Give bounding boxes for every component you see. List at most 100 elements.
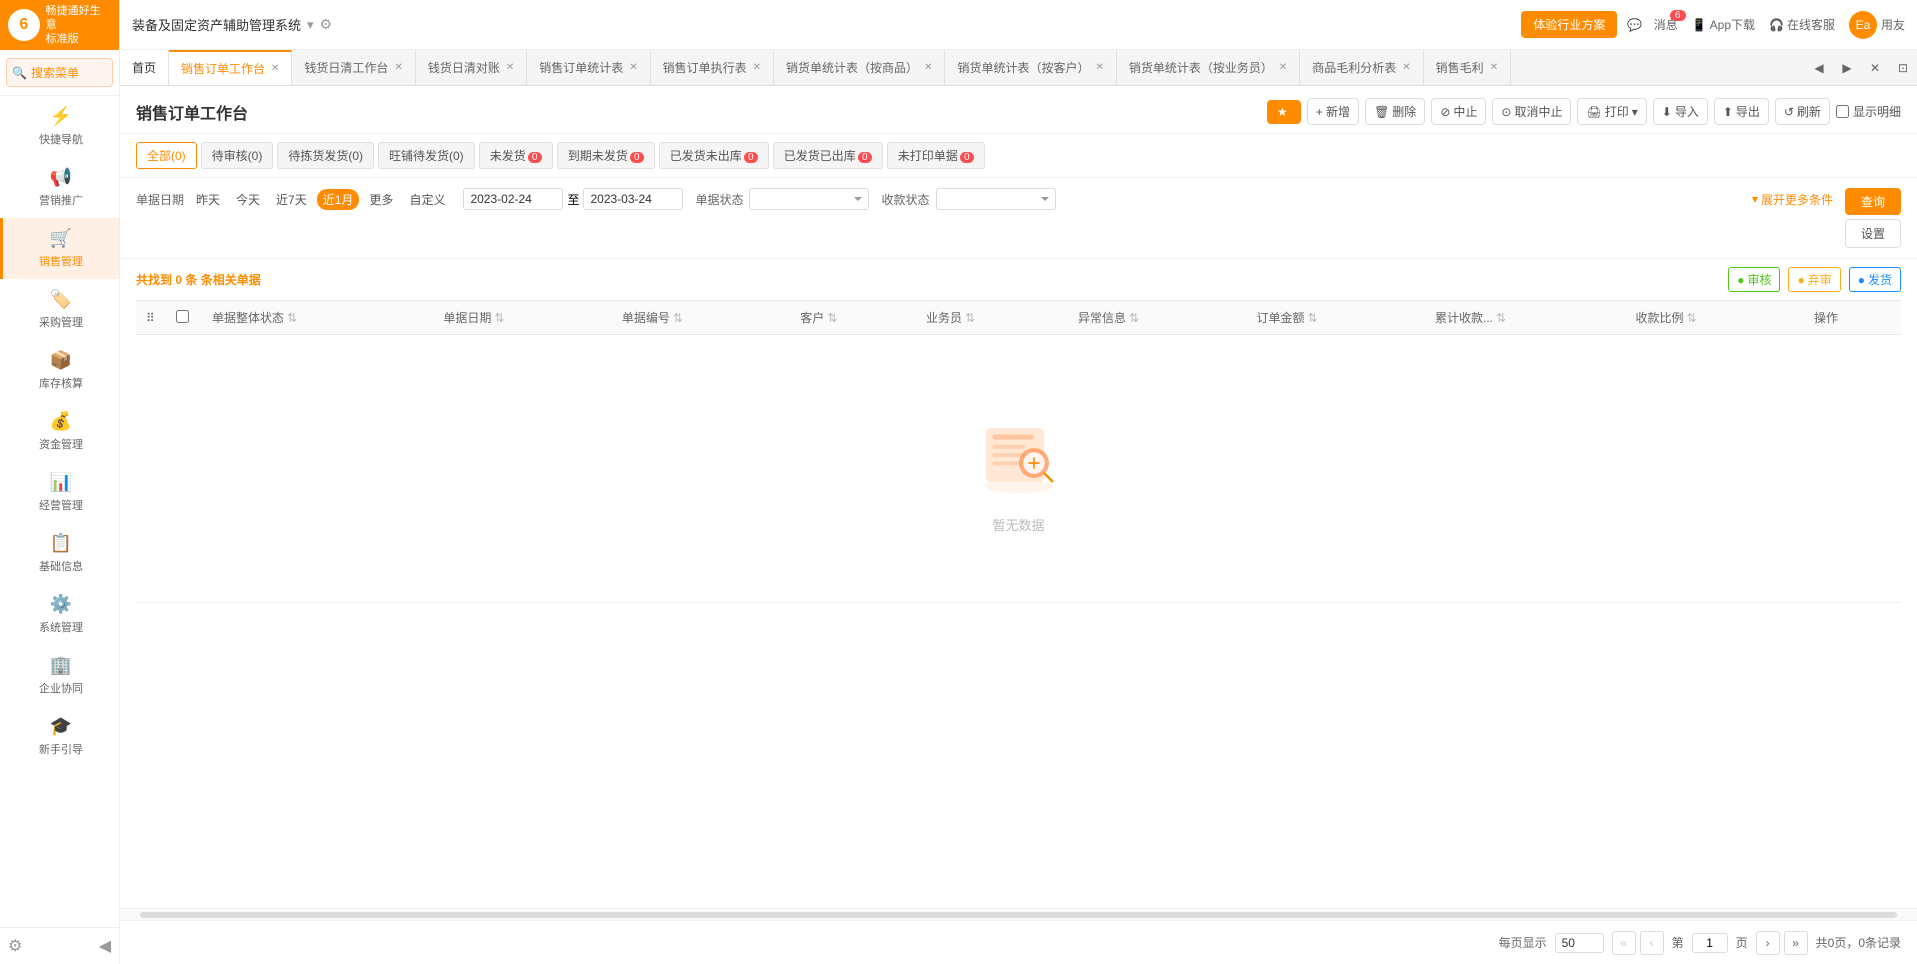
print-button[interactable]: 🖨 打印 ▾	[1577, 98, 1646, 125]
sidebar-item-marketing[interactable]: 📢营销推广	[0, 157, 119, 218]
select-all-checkbox[interactable]	[176, 310, 189, 323]
set-button[interactable]: 设置	[1845, 219, 1901, 248]
add-button[interactable]: + 新增	[1307, 98, 1359, 125]
tab-close-icon[interactable]: ✕	[1279, 62, 1287, 73]
tab-sales-stats-staff[interactable]: 销货单统计表（按业务员）✕	[1117, 50, 1300, 86]
sort-icon[interactable]: ⇅	[1129, 311, 1139, 325]
sidebar-item-purchase[interactable]: 🏷️采购管理	[0, 279, 119, 340]
tab-close-icon[interactable]: ✕	[506, 62, 514, 73]
filter-tab-overdue-not-shipped[interactable]: 到期未发货0	[557, 142, 655, 169]
tab-sales-order-exec[interactable]: 销售订单执行表✕	[651, 50, 774, 86]
smart-create-button[interactable]: ★	[1267, 100, 1301, 124]
column-header-customer[interactable]: 客户⇅	[790, 301, 916, 335]
sort-icon[interactable]: ⇅	[1496, 311, 1506, 325]
date-shortcut-yesterday[interactable]: 昨天	[190, 189, 226, 210]
next-page-button[interactable]: ›	[1756, 931, 1780, 955]
tab-daily-cash[interactable]: 钱货日清工作台✕	[292, 50, 415, 86]
filter-tab-not-shipped[interactable]: 未发货0	[479, 142, 553, 169]
industry-solution-button[interactable]: 体验行业方案	[1521, 11, 1617, 38]
filter-tab-pending-inspect[interactable]: 待拣货发货(0)	[277, 142, 374, 169]
sort-icon[interactable]: ⇅	[965, 311, 975, 325]
tab-close-icon[interactable]: ✕	[1490, 62, 1498, 73]
show-detail-input[interactable]	[1836, 105, 1849, 118]
column-header-anomaly[interactable]: 异常信息⇅	[1068, 301, 1246, 335]
date-to-input[interactable]	[583, 188, 683, 210]
sort-icon[interactable]: ⇅	[673, 311, 683, 325]
sidebar-item-inventory[interactable]: 📦库存核算	[0, 340, 119, 401]
user-menu[interactable]: Ea 用友	[1849, 11, 1905, 39]
tab-close-icon[interactable]: ✕	[753, 62, 761, 73]
filter-tab-wangpu-pending[interactable]: 旺铺待发货(0)	[378, 142, 475, 169]
stop-button[interactable]: ⊘ 中止	[1431, 98, 1486, 125]
filter-tab-pending-review[interactable]: 待审核(0)	[201, 142, 274, 169]
sidebar-item-finance[interactable]: 💰资金管理	[0, 401, 119, 462]
status-select[interactable]	[749, 188, 869, 210]
sidebar-item-operations[interactable]: 📊经营管理	[0, 462, 119, 523]
filter-tab-shipped-out[interactable]: 已发货已出库0	[773, 142, 883, 169]
sort-icon[interactable]: ⇅	[827, 311, 837, 325]
sort-icon[interactable]: ⇅	[1308, 311, 1318, 325]
payment-select[interactable]	[936, 188, 1056, 210]
tab-close-icon[interactable]: ✕	[394, 62, 402, 73]
column-header-staff[interactable]: 业务员⇅	[916, 301, 1068, 335]
date-shortcut-custom[interactable]: 自定义	[403, 189, 451, 210]
filter-tab-all[interactable]: 全部(0)	[136, 142, 197, 169]
topbar-dropdown-icon[interactable]: ▾	[307, 17, 314, 33]
settings-icon[interactable]: ⚙	[8, 936, 22, 956]
tab-cash-reconcile[interactable]: 钱货日清对账✕	[416, 50, 527, 86]
tab-product-margin[interactable]: 商品毛利分析表✕	[1300, 50, 1423, 86]
sidebar-item-system[interactable]: ⚙️系统管理	[0, 584, 119, 645]
show-detail-checkbox[interactable]: 显示明细	[1836, 103, 1901, 120]
tab-sales-order-stats[interactable]: 销售订单统计表✕	[527, 50, 650, 86]
online-service-link[interactable]: 🎧 在线客服	[1769, 16, 1835, 33]
sort-icon[interactable]: ⇅	[494, 311, 504, 325]
cancel-stop-button[interactable]: ⊙ 取消中止	[1492, 98, 1571, 125]
table-op-ship-button[interactable]: ●发货	[1849, 267, 1901, 292]
filter-tab-not-printed[interactable]: 未打印单据0	[887, 142, 985, 169]
column-header-amount[interactable]: 订单金额⇅	[1247, 301, 1425, 335]
column-header-ratio[interactable]: 收款比例⇅	[1626, 301, 1804, 335]
import-button[interactable]: ⬇ 导入	[1653, 98, 1708, 125]
date-shortcut-1month[interactable]: 近1月	[317, 189, 360, 210]
tab-close-icon[interactable]: ✕	[271, 63, 279, 74]
expand-conditions-button[interactable]: ▾ 展开更多条件	[1752, 191, 1833, 208]
message-badge[interactable]: 💬 6 消息	[1627, 16, 1677, 33]
table-op-audit-button[interactable]: ●审核	[1728, 267, 1780, 292]
delete-button[interactable]: 🗑 删除	[1365, 98, 1425, 125]
table-op-revoke-button[interactable]: ●弃审	[1788, 267, 1840, 292]
sidebar-item-basic-info[interactable]: 📋基础信息	[0, 523, 119, 584]
sidebar-item-quick-nav[interactable]: ⚡快捷导航	[0, 96, 119, 157]
tab-expand-icon[interactable]: ⊡	[1889, 50, 1917, 86]
date-from-input[interactable]	[463, 188, 563, 210]
tab-sales-stats-customer[interactable]: 销货单统计表（按客户）✕	[945, 50, 1116, 86]
prev-page-button[interactable]: ‹	[1640, 931, 1664, 955]
last-page-button[interactable]: »	[1784, 931, 1808, 955]
app-download-link[interactable]: 📱 App下载	[1692, 16, 1755, 33]
refresh-button[interactable]: ↺ 刷新	[1775, 98, 1830, 125]
tab-scroll-right[interactable]: ▶	[1833, 50, 1861, 86]
scrollbar-area[interactable]	[120, 908, 1917, 920]
tab-close-icon[interactable]: ✕	[1095, 62, 1103, 73]
tab-sales-profit[interactable]: 销售毛利✕	[1424, 50, 1511, 86]
sort-icon[interactable]: ⇅	[287, 311, 297, 325]
column-header-status[interactable]: 单据整体状态⇅	[202, 301, 433, 335]
column-header-number[interactable]: 单据编号⇅	[612, 301, 790, 335]
date-shortcut-7days[interactable]: 近7天	[270, 189, 313, 210]
topbar-settings-icon[interactable]: ⚙	[320, 16, 333, 33]
tab-sales-order-workbench[interactable]: 销售订单工作台✕	[169, 50, 292, 86]
sort-icon[interactable]: ⇅	[1687, 311, 1697, 325]
export-button[interactable]: ⬆ 导出	[1714, 98, 1769, 125]
page-number-input[interactable]	[1692, 933, 1728, 953]
sidebar-item-enterprise[interactable]: 🏢企业协同	[0, 645, 119, 706]
column-header-collected[interactable]: 累计收款...⇅	[1425, 301, 1626, 335]
query-button[interactable]: 查询	[1845, 188, 1901, 215]
search-menu-button[interactable]: 🔍 搜索菜单	[6, 58, 113, 87]
tab-sales-stats-product[interactable]: 销货单统计表（按商品）✕	[774, 50, 945, 86]
collapse-icon[interactable]: ◀	[99, 936, 111, 956]
sidebar-item-guide[interactable]: 🎓新手引导	[0, 706, 119, 767]
tab-home[interactable]: 首页	[120, 50, 169, 86]
first-page-button[interactable]: «	[1612, 931, 1636, 955]
date-shortcut-today[interactable]: 今天	[230, 189, 266, 210]
tab-close-icon[interactable]: ✕	[924, 62, 932, 73]
page-size-select[interactable]: 2050100	[1555, 933, 1604, 953]
